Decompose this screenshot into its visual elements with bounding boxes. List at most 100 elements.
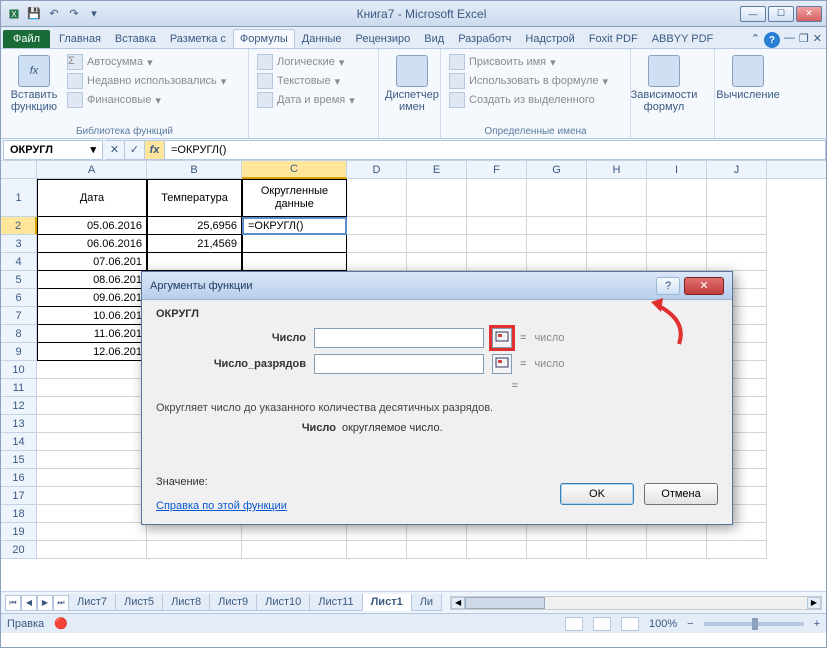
cell[interactable] xyxy=(407,253,467,271)
sheet-tab[interactable]: Лист5 xyxy=(115,594,163,611)
cell[interactable] xyxy=(347,217,407,235)
ribbon-minimize-icon[interactable]: ⌃ xyxy=(751,32,760,48)
scroll-left-icon[interactable]: ◀ xyxy=(451,597,465,609)
undo-icon[interactable]: ↶ xyxy=(45,5,63,23)
row-header[interactable]: 12 xyxy=(1,397,37,415)
row-header[interactable]: 19 xyxy=(1,523,37,541)
nav-next-icon[interactable]: ▶ xyxy=(37,595,53,611)
nav-prev-icon[interactable]: ◀ xyxy=(21,595,37,611)
formula-auditing-button[interactable]: Зависимости формул xyxy=(637,51,691,113)
row-header[interactable]: 2 xyxy=(1,217,37,235)
cell[interactable]: 21,4569 xyxy=(147,235,242,253)
cell[interactable] xyxy=(242,541,347,559)
cell[interactable] xyxy=(707,253,767,271)
cell[interactable] xyxy=(407,523,467,541)
row-header[interactable]: 15 xyxy=(1,451,37,469)
cell[interactable] xyxy=(37,451,147,469)
redo-icon[interactable]: ↷ xyxy=(65,5,83,23)
row-header[interactable]: 5 xyxy=(1,271,37,289)
col-header-I[interactable]: I xyxy=(647,161,707,179)
dialog-close-button[interactable]: ✕ xyxy=(684,277,724,295)
calculation-button[interactable]: Вычисление xyxy=(721,51,775,101)
zoom-out-icon[interactable]: − xyxy=(687,618,693,630)
arg1-input[interactable] xyxy=(314,328,484,348)
zoom-level[interactable]: 100% xyxy=(649,618,677,630)
recent-button[interactable]: Недавно использовались ▾ xyxy=(65,72,228,90)
confirm-formula-icon[interactable]: ✓ xyxy=(125,140,145,160)
datetime-button[interactable]: Дата и время ▾ xyxy=(255,91,357,109)
doc-minimize-icon[interactable]: — xyxy=(784,32,795,48)
tab-layout[interactable]: Разметка с xyxy=(163,29,233,48)
cell[interactable] xyxy=(347,541,407,559)
row-header[interactable]: 16 xyxy=(1,469,37,487)
cell[interactable] xyxy=(527,541,587,559)
sheet-tab[interactable]: Лист10 xyxy=(256,594,310,611)
cell[interactable] xyxy=(347,253,407,271)
cancel-formula-icon[interactable]: ✕ xyxy=(105,140,125,160)
col-header-G[interactable]: G xyxy=(527,161,587,179)
cell[interactable]: 09.06.201 xyxy=(37,289,147,307)
cell[interactable] xyxy=(37,379,147,397)
minimize-button[interactable]: — xyxy=(740,6,766,22)
arg2-range-picker-icon[interactable] xyxy=(492,354,512,374)
cell[interactable] xyxy=(467,523,527,541)
cell[interactable] xyxy=(587,179,647,217)
chevron-down-icon[interactable]: ▾ xyxy=(90,143,96,156)
cell[interactable] xyxy=(407,235,467,253)
sheet-tab[interactable]: Ли xyxy=(411,594,442,611)
cell[interactable] xyxy=(147,253,242,271)
cell[interactable] xyxy=(587,235,647,253)
cell[interactable]: 10.06.201 xyxy=(37,307,147,325)
cell[interactable] xyxy=(527,253,587,271)
horizontal-scrollbar[interactable]: ◀ ▶ xyxy=(450,596,822,610)
maximize-button[interactable]: ☐ xyxy=(768,6,794,22)
active-cell[interactable]: =ОКРУГЛ() xyxy=(242,217,347,235)
sheet-tab[interactable]: Лист11 xyxy=(309,594,362,611)
cell[interactable] xyxy=(37,523,147,541)
macro-record-icon[interactable]: 🔴 xyxy=(54,617,68,630)
nav-first-icon[interactable]: ⏮ xyxy=(5,595,21,611)
doc-restore-icon[interactable]: ❐ xyxy=(799,32,809,48)
cancel-button[interactable]: Отмена xyxy=(644,483,718,505)
sheet-tab[interactable]: Лист1 xyxy=(362,594,412,611)
row-header[interactable]: 18 xyxy=(1,505,37,523)
cell[interactable] xyxy=(647,253,707,271)
qa-dropdown-icon[interactable]: ▾ xyxy=(85,5,103,23)
tab-addins[interactable]: Надстрой xyxy=(518,29,581,48)
cell[interactable]: Дата xyxy=(37,179,147,217)
formula-input[interactable]: =ОКРУГЛ() xyxy=(165,140,826,160)
cell[interactable] xyxy=(587,253,647,271)
cell[interactable] xyxy=(587,541,647,559)
col-header-B[interactable]: B xyxy=(147,161,242,179)
cell[interactable] xyxy=(347,523,407,541)
cell[interactable] xyxy=(527,235,587,253)
scroll-thumb[interactable] xyxy=(465,597,545,609)
sheet-tab[interactable]: Лист9 xyxy=(209,594,257,611)
cell[interactable] xyxy=(647,217,707,235)
cell[interactable]: Температура xyxy=(147,179,242,217)
function-help-link[interactable]: Справка по этой функции xyxy=(156,500,287,512)
cell[interactable] xyxy=(707,179,767,217)
cell[interactable] xyxy=(242,253,347,271)
row-header[interactable]: 17 xyxy=(1,487,37,505)
cell[interactable] xyxy=(707,523,767,541)
zoom-in-icon[interactable]: + xyxy=(814,618,820,630)
cell[interactable] xyxy=(37,505,147,523)
name-manager-button[interactable]: Диспетчер имен xyxy=(385,51,439,113)
cell[interactable] xyxy=(37,433,147,451)
col-header-H[interactable]: H xyxy=(587,161,647,179)
dialog-titlebar[interactable]: Аргументы функции ? ✕ xyxy=(142,272,732,300)
cell[interactable] xyxy=(37,541,147,559)
close-button[interactable]: ✕ xyxy=(796,6,822,22)
use-in-formula-button[interactable]: Использовать в формуле ▾ xyxy=(447,72,610,90)
sheet-tab[interactable]: Лист7 xyxy=(68,594,116,611)
scroll-right-icon[interactable]: ▶ xyxy=(807,597,821,609)
row-header[interactable]: 9 xyxy=(1,343,37,361)
cell[interactable] xyxy=(587,217,647,235)
dialog-help-button[interactable]: ? xyxy=(656,277,680,295)
row-header[interactable]: 13 xyxy=(1,415,37,433)
cell[interactable]: 12.06.201 xyxy=(37,343,147,361)
tab-insert[interactable]: Вставка xyxy=(108,29,163,48)
cell[interactable]: 05.06.2016 xyxy=(37,217,147,235)
cell[interactable] xyxy=(37,361,147,379)
